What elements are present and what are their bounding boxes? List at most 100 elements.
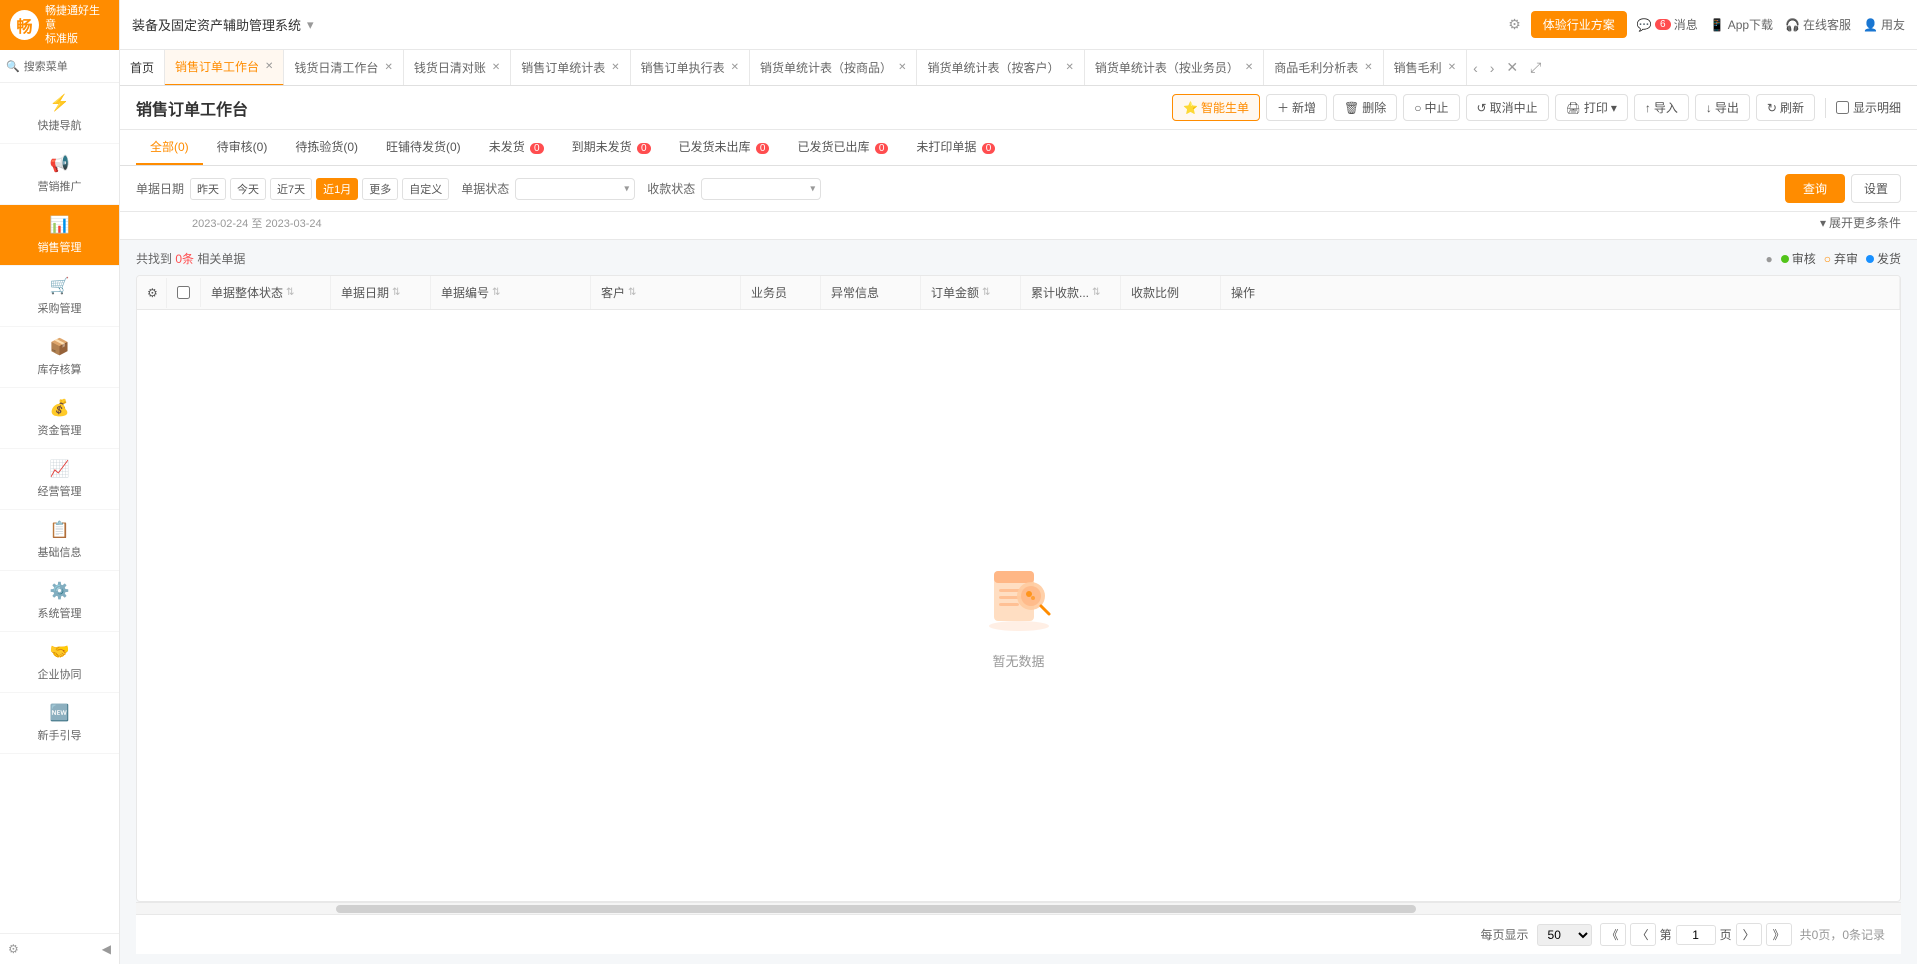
show-detail-checkbox[interactable] xyxy=(1836,101,1849,114)
tf-tab-shipped-not-out[interactable]: 已发货未出库 0 xyxy=(665,130,784,165)
tf-tab-not-printed[interactable]: 未打印单据 0 xyxy=(902,130,1009,165)
tab-close-all-icon[interactable]: ✕ xyxy=(1500,59,1524,76)
tab-scroll-right-icon[interactable]: › xyxy=(1484,60,1501,76)
tf-tab-shipped-out[interactable]: 已发货已出库 0 xyxy=(783,130,902,165)
tab-close-icon[interactable]: ✕ xyxy=(1245,62,1253,73)
print-dropdown-icon: ▾ xyxy=(1611,101,1617,115)
page-last-button[interactable]: 》 xyxy=(1766,923,1792,946)
sidebar-item-operations[interactable]: 📈 经营管理 xyxy=(0,449,119,510)
status-select[interactable] xyxy=(515,178,635,200)
date-more-btn[interactable]: 更多 xyxy=(362,178,398,200)
stop-button[interactable]: ○ 中止 xyxy=(1403,94,1459,121)
tab-close-icon[interactable]: ✕ xyxy=(492,62,500,73)
tf-tab-expired-not-shipped[interactable]: 到期未发货 0 xyxy=(558,130,665,165)
sidebar-item-corp[interactable]: 🤝 企业协同 xyxy=(0,632,119,693)
tab-sales-summary-staff[interactable]: 销货单统计表（按业务员） ✕ xyxy=(1085,50,1264,86)
tab-sales-exec[interactable]: 销售订单执行表 ✕ xyxy=(631,50,750,86)
message-item[interactable]: 💬 6 消息 xyxy=(1637,16,1698,33)
new-button[interactable]: ＋ 新增 xyxy=(1266,94,1327,121)
sidebar-item-sales[interactable]: 📊 销售管理 xyxy=(0,205,119,266)
th-customer[interactable]: 客户 ⇅ xyxy=(591,276,741,309)
sidebar-item-guide[interactable]: 🆕 新手引导 xyxy=(0,693,119,754)
refresh-button[interactable]: ↻ 刷新 xyxy=(1756,94,1815,121)
page-prev-button[interactable]: 〈 xyxy=(1630,923,1656,946)
select-all-checkbox[interactable] xyxy=(177,286,190,299)
page-next-button[interactable]: 〉 xyxy=(1736,923,1762,946)
th-status[interactable]: 单据整体状态 ⇅ xyxy=(201,276,331,309)
setting-button[interactable]: 设置 xyxy=(1851,174,1901,203)
payment-select[interactable] xyxy=(701,178,821,200)
online-service-item[interactable]: 🎧 在线客服 xyxy=(1785,16,1851,33)
date-7days-btn[interactable]: 近7天 xyxy=(270,178,312,200)
sidebar-search[interactable]: 🔍 搜索菜单 xyxy=(0,50,119,83)
column-settings-icon[interactable]: ⚙ xyxy=(147,286,158,300)
collapse-icon[interactable]: ◀ xyxy=(102,942,111,956)
th-amount[interactable]: 订单金额 ⇅ xyxy=(921,276,1021,309)
tf-tab-wangpu[interactable]: 旺铺待发货(0) xyxy=(372,130,475,165)
query-button[interactable]: 查询 xyxy=(1785,174,1845,203)
tf-tab-all[interactable]: 全部(0) xyxy=(136,130,203,165)
tab-cash-daily[interactable]: 钱货日清工作台 ✕ xyxy=(284,50,403,86)
settings-icon[interactable]: ⚙ xyxy=(8,942,19,956)
ship-batch-btn[interactable]: 发货 xyxy=(1866,250,1901,267)
scrollbar-thumb[interactable] xyxy=(336,905,1416,913)
delete-button[interactable]: 🗑 删除 xyxy=(1333,94,1397,121)
print-button[interactable]: 🖨 打印 ▾ xyxy=(1555,94,1628,121)
import-button[interactable]: ↑ 导入 xyxy=(1634,94,1689,121)
per-page-select[interactable]: 50 10 20 100 xyxy=(1537,924,1592,946)
tf-tab-pending-inspect[interactable]: 待拣验货(0) xyxy=(281,130,372,165)
tab-close-icon[interactable]: ✕ xyxy=(731,62,739,73)
sidebar-item-marketing[interactable]: 📢 营销推广 xyxy=(0,144,119,205)
settings-gear-icon[interactable]: ⚙ xyxy=(1508,16,1521,33)
user-item[interactable]: 👤 用友 xyxy=(1863,16,1905,33)
page-input[interactable] xyxy=(1676,925,1716,945)
review-batch-btn[interactable]: 审核 xyxy=(1781,250,1816,267)
th-number[interactable]: 单据编号 ⇅ xyxy=(431,276,591,309)
sidebar-item-purchase[interactable]: 🛒 采购管理 xyxy=(0,266,119,327)
sidebar-item-finance[interactable]: 💰 资金管理 xyxy=(0,388,119,449)
export-button[interactable]: ↓ 导出 xyxy=(1695,94,1750,121)
tf-tab-pending-review[interactable]: 待审核(0) xyxy=(203,130,282,165)
tab-maximize-icon[interactable]: ⤢ xyxy=(1524,59,1547,76)
th-collected[interactable]: 累计收款... ⇅ xyxy=(1021,276,1121,309)
tab-sales-profit[interactable]: 销售毛利 ✕ xyxy=(1384,50,1467,86)
tab-cash-reconcile[interactable]: 钱货日清对账 ✕ xyxy=(404,50,511,86)
expand-conditions-button[interactable]: ▾ 展开更多条件 xyxy=(1820,214,1901,231)
cancel-stop-button[interactable]: ↺ 取消中止 xyxy=(1466,94,1549,121)
tab-gross-profit[interactable]: 商品毛利分析表 ✕ xyxy=(1264,50,1383,86)
tab-close-icon[interactable]: ✕ xyxy=(611,62,619,73)
date-custom-btn[interactable]: 自定义 xyxy=(402,178,449,200)
sidebar-item-system[interactable]: ⚙️ 系统管理 xyxy=(0,571,119,632)
sidebar-item-basic-info[interactable]: 📋 基础信息 xyxy=(0,510,119,571)
tab-sales-summary-customer[interactable]: 销货单统计表（按客户） ✕ xyxy=(917,50,1084,86)
tab-sales-stats[interactable]: 销售订单统计表 ✕ xyxy=(511,50,630,86)
th-checkbox[interactable] xyxy=(167,278,201,307)
th-date[interactable]: 单据日期 ⇅ xyxy=(331,276,431,309)
tf-tab-not-shipped[interactable]: 未发货 0 xyxy=(475,130,558,165)
tab-sales-summary-product[interactable]: 销货单统计表（按商品） ✕ xyxy=(750,50,917,86)
logo-icon: 畅 xyxy=(10,10,39,40)
tab-close-icon[interactable]: ✕ xyxy=(384,62,392,73)
tab-close-icon[interactable]: ✕ xyxy=(898,62,906,73)
date-today-btn[interactable]: 今天 xyxy=(230,178,266,200)
horizontal-scrollbar[interactable] xyxy=(136,902,1901,914)
date-1month-btn[interactable]: 近1月 xyxy=(316,178,358,200)
page-first-button[interactable]: 《 xyxy=(1600,923,1626,946)
show-detail-checkbox-label[interactable]: 显示明细 xyxy=(1836,99,1901,116)
smart-create-button[interactable]: ⭐ 智能生单 xyxy=(1172,94,1260,121)
tab-close-icon[interactable]: ✕ xyxy=(1065,62,1073,73)
tab-home[interactable]: 首页 xyxy=(120,50,165,86)
tab-scroll-left-icon[interactable]: ‹ xyxy=(1467,60,1484,76)
tab-close-icon[interactable]: ✕ xyxy=(1448,62,1456,73)
sidebar-item-inventory[interactable]: 📦 库存核算 xyxy=(0,327,119,388)
tab-sales-workbench[interactable]: 销售订单工作台 ✕ xyxy=(165,50,284,86)
date-yesterday-btn[interactable]: 昨天 xyxy=(190,178,226,200)
unreview-batch-btn[interactable]: ○ 弃审 xyxy=(1824,250,1858,267)
th-settings[interactable]: ⚙ xyxy=(137,278,167,308)
tab-close-icon[interactable]: ✕ xyxy=(265,61,273,72)
sidebar-item-quick-nav[interactable]: ⚡ 快捷导航 xyxy=(0,83,119,144)
industry-solution-button[interactable]: 体验行业方案 xyxy=(1531,11,1627,38)
topbar-dropdown-arrow[interactable]: ▾ xyxy=(307,17,314,33)
app-download-item[interactable]: 📱 App下载 xyxy=(1710,16,1773,33)
tab-close-icon[interactable]: ✕ xyxy=(1364,62,1372,73)
